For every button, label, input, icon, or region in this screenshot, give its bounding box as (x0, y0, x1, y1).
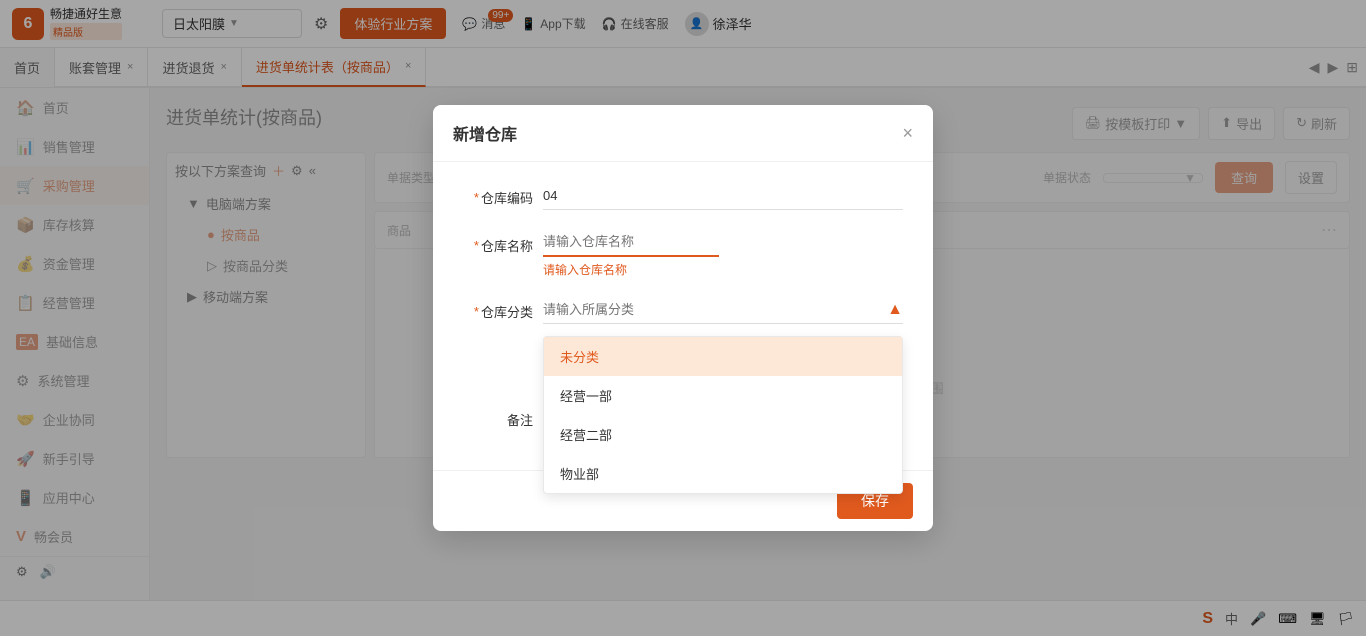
warehouse-name-input[interactable] (543, 228, 719, 257)
category-arrow-icon[interactable]: ▲ (887, 301, 903, 319)
category-label: * 仓库分类 (463, 296, 533, 321)
code-label: * 仓库编码 (463, 182, 533, 207)
name-error-message: 请输入仓库名称 (543, 263, 627, 277)
name-error-container: 请输入仓库名称 (463, 261, 627, 278)
category-dropdown: 未分类 经营一部 经营二部 物业部 (543, 336, 903, 494)
category-form-row: * 仓库分类 ▲ 未分类 经营一部 经营二部 物业部 (463, 296, 903, 324)
new-warehouse-modal: 新增仓库 × * 仓库编码 * 仓库名称 (433, 105, 933, 531)
dropdown-item-dept1[interactable]: 经营一部 (544, 376, 902, 415)
warehouse-code-input[interactable] (543, 182, 903, 210)
category-required-mark: * (474, 304, 479, 319)
modal-title: 新增仓库 (453, 121, 517, 145)
dropdown-item-uncategorized[interactable]: 未分类 (544, 337, 902, 376)
dropdown-item-dept2[interactable]: 经营二部 (544, 415, 902, 454)
modal-body: * 仓库编码 * 仓库名称 请输入仓库名称 (433, 162, 933, 470)
name-required-mark: * (474, 238, 479, 253)
name-label: * 仓库名称 (463, 230, 533, 255)
dropdown-item-property[interactable]: 物业部 (544, 454, 902, 493)
modal-close-button[interactable]: × (902, 123, 913, 144)
modal-header: 新增仓库 × (433, 105, 933, 162)
category-input[interactable] (543, 296, 887, 323)
note-label: 备注 (463, 404, 533, 429)
modal-overlay: 新增仓库 × * 仓库编码 * 仓库名称 (0, 0, 1366, 636)
category-input-wrapper: ▲ (543, 296, 903, 324)
code-required-mark: * (474, 190, 479, 205)
name-form-row: * 仓库名称 请输入仓库名称 (463, 228, 903, 278)
code-form-row: * 仓库编码 (463, 182, 903, 210)
